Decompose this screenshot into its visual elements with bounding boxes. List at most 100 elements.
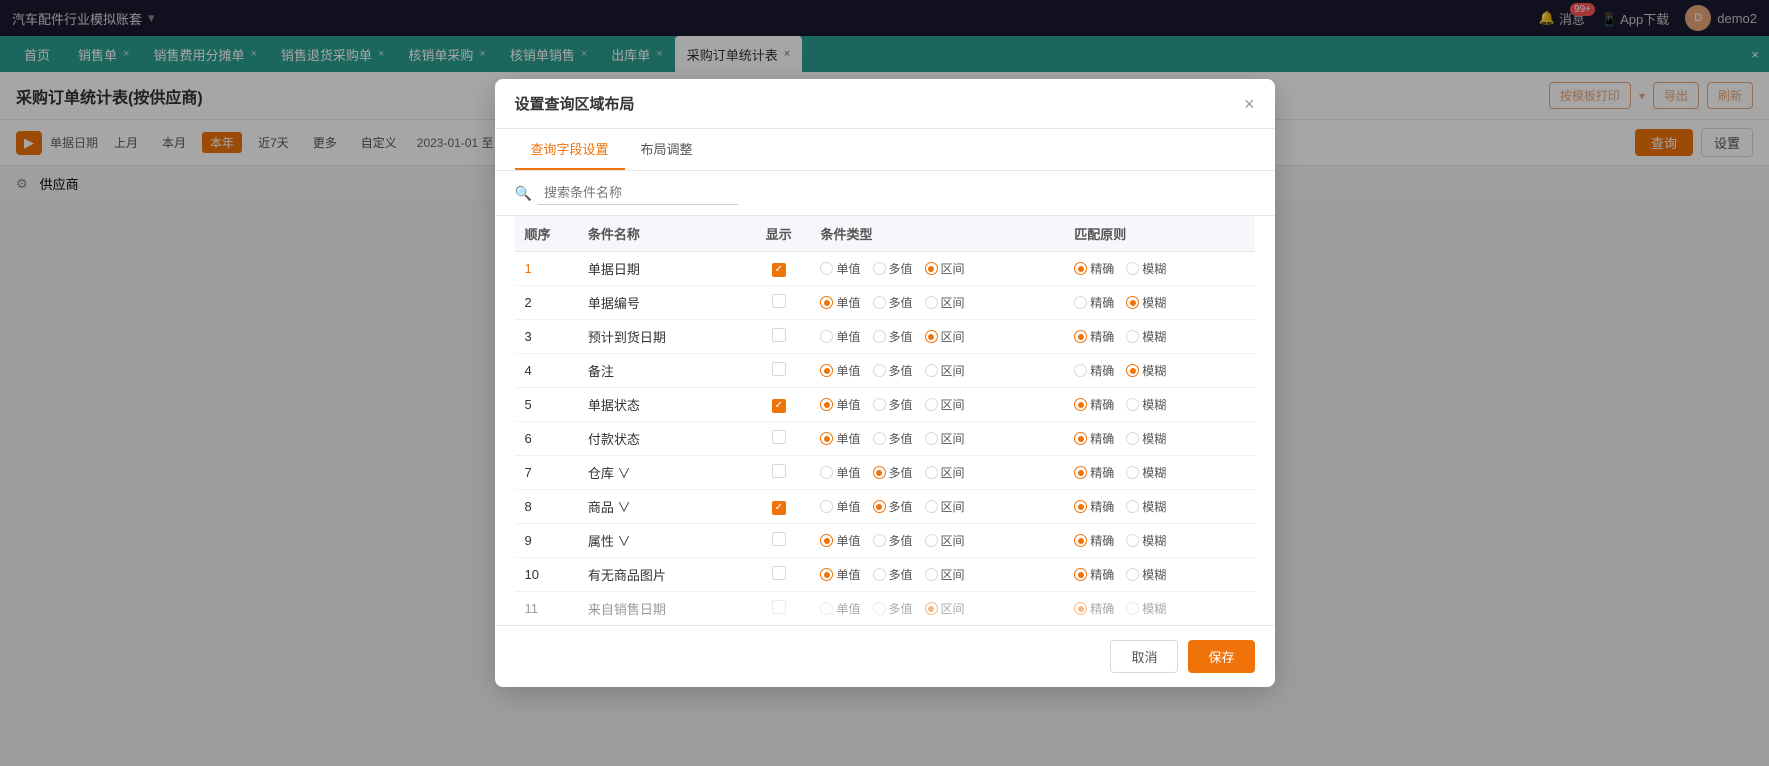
type-radio-多值[interactable]: 多值	[873, 600, 913, 617]
table-row: 4备注单值多值区间精确模糊	[515, 354, 1255, 388]
modal-overlay: 设置查询区域布局 × 查询字段设置 布局调整 🔍 顺序 条件名称	[0, 0, 1769, 766]
match-radio-模糊[interactable]: 模糊	[1126, 532, 1166, 549]
match-radio-模糊[interactable]: 模糊	[1126, 396, 1166, 413]
table-row: 6付款状态单值多值区间精确模糊	[515, 422, 1255, 456]
match-radio-模糊[interactable]: 模糊	[1126, 260, 1166, 277]
display-checkbox[interactable]	[772, 532, 786, 546]
match-radio-精确[interactable]: 精确	[1074, 294, 1114, 311]
type-radio-多值[interactable]: 多值	[873, 362, 913, 379]
match-radio-精确[interactable]: 精确	[1074, 396, 1114, 413]
row-type-cell: 单值多值区间	[810, 320, 1064, 354]
match-radio-模糊[interactable]: 模糊	[1126, 294, 1166, 311]
type-radio-区间[interactable]: 区间	[925, 396, 965, 413]
row-type-cell: 单值多值区间	[810, 524, 1064, 558]
radio-dot	[925, 364, 938, 377]
radio-dot	[873, 602, 886, 615]
match-radio-模糊[interactable]: 模糊	[1126, 600, 1166, 617]
display-checkbox[interactable]: ✓	[772, 399, 786, 413]
match-radio-模糊[interactable]: 模糊	[1126, 566, 1166, 583]
type-radio-区间[interactable]: 区间	[925, 362, 965, 379]
type-radio-多值[interactable]: 多值	[873, 294, 913, 311]
tab-layout-adjust[interactable]: 布局调整	[625, 129, 709, 170]
type-radio-区间[interactable]: 区间	[925, 566, 965, 583]
th-match-rule: 匹配原则	[1064, 216, 1254, 252]
type-radio-区间[interactable]: 区间	[925, 260, 965, 277]
type-radio-多值[interactable]: 多值	[873, 498, 913, 515]
match-radio-模糊[interactable]: 模糊	[1126, 498, 1166, 515]
type-radio-区间[interactable]: 区间	[925, 430, 965, 447]
match-radio-精确[interactable]: 精确	[1074, 362, 1114, 379]
match-radio-模糊[interactable]: 模糊	[1126, 328, 1166, 345]
type-radio-单值[interactable]: 单值	[820, 566, 860, 583]
table-row: 10有无商品图片单值多值区间精确模糊	[515, 558, 1255, 592]
type-radio-区间[interactable]: 区间	[925, 498, 965, 515]
type-radio-单值[interactable]: 单值	[820, 498, 860, 515]
cancel-button[interactable]: 取消	[1110, 640, 1178, 673]
radio-dot	[820, 466, 833, 479]
display-checkbox[interactable]	[772, 294, 786, 308]
type-radio-多值[interactable]: 多值	[873, 532, 913, 549]
radio-dot	[925, 568, 938, 581]
type-radio-多值[interactable]: 多值	[873, 328, 913, 345]
type-radio-区间[interactable]: 区间	[925, 294, 965, 311]
radio-dot	[1126, 296, 1139, 309]
type-radio-单值[interactable]: 单值	[820, 260, 860, 277]
type-radio-单值[interactable]: 单值	[820, 464, 860, 481]
radio-dot	[1074, 534, 1087, 547]
type-radio-区间[interactable]: 区间	[925, 328, 965, 345]
row-match-cell: 精确模糊	[1064, 320, 1254, 354]
display-checkbox[interactable]: ✓	[772, 501, 786, 515]
type-radio-单值[interactable]: 单值	[820, 294, 860, 311]
match-radio-精确[interactable]: 精确	[1074, 260, 1114, 277]
type-radio-多值[interactable]: 多值	[873, 464, 913, 481]
radio-dot	[820, 398, 833, 411]
match-radio-精确[interactable]: 精确	[1074, 498, 1114, 515]
match-radio-模糊[interactable]: 模糊	[1126, 464, 1166, 481]
dialog-tabs: 查询字段设置 布局调整	[495, 129, 1275, 171]
match-radio-精确[interactable]: 精确	[1074, 430, 1114, 447]
radio-dot	[1126, 330, 1139, 343]
match-radio-模糊[interactable]: 模糊	[1126, 362, 1166, 379]
display-checkbox[interactable]	[772, 362, 786, 376]
type-radio-多值[interactable]: 多值	[873, 260, 913, 277]
display-checkbox[interactable]	[772, 464, 786, 478]
radio-dot	[1126, 568, 1139, 581]
radio-dot	[1126, 602, 1139, 615]
radio-dot	[1126, 534, 1139, 547]
display-checkbox[interactable]	[772, 328, 786, 342]
type-radio-多值[interactable]: 多值	[873, 430, 913, 447]
type-radio-多值[interactable]: 多值	[873, 396, 913, 413]
type-radio-多值[interactable]: 多值	[873, 566, 913, 583]
radio-dot	[820, 432, 833, 445]
row-display-cell	[747, 354, 810, 388]
match-radio-精确[interactable]: 精确	[1074, 532, 1114, 549]
type-radio-区间[interactable]: 区间	[925, 532, 965, 549]
match-radio-精确[interactable]: 精确	[1074, 566, 1114, 583]
display-checkbox[interactable]	[772, 566, 786, 580]
display-checkbox[interactable]: ✓	[772, 263, 786, 277]
type-radio-区间[interactable]: 区间	[925, 464, 965, 481]
match-radio-精确[interactable]: 精确	[1074, 600, 1114, 617]
radio-dot	[925, 602, 938, 615]
row-type-cell: 单值多值区间	[810, 286, 1064, 320]
radio-dot	[873, 330, 886, 343]
match-radio-精确[interactable]: 精确	[1074, 464, 1114, 481]
display-checkbox[interactable]	[772, 600, 786, 614]
radio-dot	[1074, 262, 1087, 275]
type-radio-单值[interactable]: 单值	[820, 600, 860, 617]
type-radio-单值[interactable]: 单值	[820, 328, 860, 345]
match-radio-模糊[interactable]: 模糊	[1126, 430, 1166, 447]
type-radio-单值[interactable]: 单值	[820, 532, 860, 549]
type-radio-单值[interactable]: 单值	[820, 430, 860, 447]
match-radio-精确[interactable]: 精确	[1074, 328, 1114, 345]
search-input[interactable]	[538, 181, 738, 205]
tab-query-fields[interactable]: 查询字段设置	[515, 129, 625, 170]
dialog-close-button[interactable]: ×	[1244, 95, 1255, 113]
type-radio-区间[interactable]: 区间	[925, 600, 965, 617]
display-checkbox[interactable]	[772, 430, 786, 444]
save-button[interactable]: 保存	[1188, 640, 1254, 673]
type-radio-单值[interactable]: 单值	[820, 362, 860, 379]
radio-dot	[873, 534, 886, 547]
row-order: 10	[515, 558, 578, 592]
type-radio-单值[interactable]: 单值	[820, 396, 860, 413]
